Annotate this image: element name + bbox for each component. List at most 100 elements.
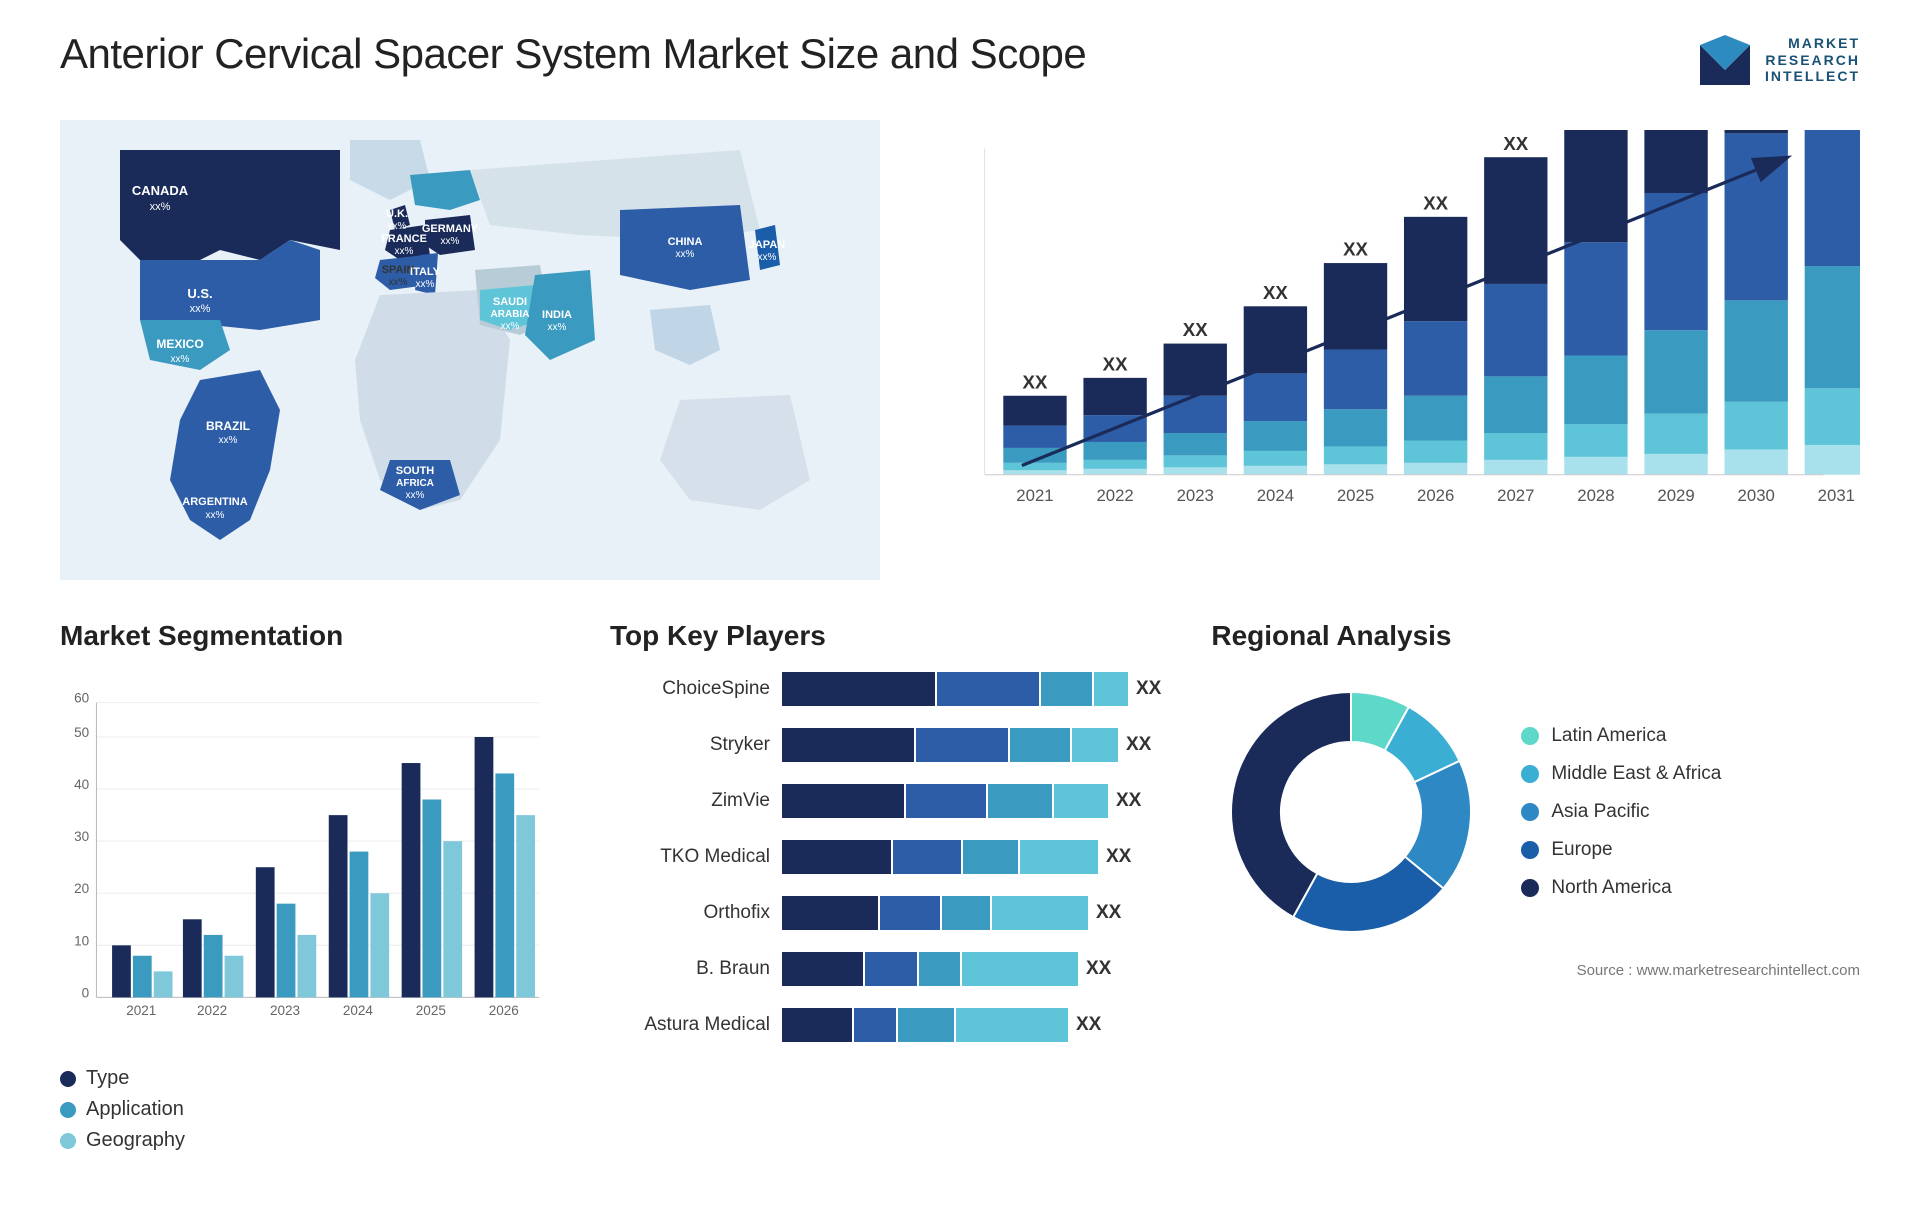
svg-text:2021: 2021 — [126, 1003, 156, 1018]
player-bar — [782, 672, 1128, 706]
player-bar-segment — [893, 840, 961, 874]
player-bar-segment — [962, 952, 1078, 986]
player-bar-wrap: XX — [782, 952, 1161, 986]
svg-text:U.K.: U.K. — [386, 208, 408, 220]
player-row: TKO MedicalXX — [610, 840, 1161, 874]
bar-chart-container: XX2021XX2022XX2023XX2024XX2025XX2026XX20… — [920, 110, 1860, 590]
player-bar — [782, 784, 1108, 818]
svg-text:MEXICO: MEXICO — [156, 337, 203, 351]
player-name: ChoiceSpine — [610, 678, 770, 700]
seg-chart-area: 0 10 20 30 40 50 60 — [60, 672, 560, 1052]
logo-line2: RESEARCH — [1765, 52, 1860, 69]
legend-latin-america: Latin America — [1521, 725, 1721, 747]
player-xx-label: XX — [1116, 790, 1141, 812]
svg-text:2022: 2022 — [197, 1003, 227, 1018]
player-bar-segment — [1094, 672, 1128, 706]
svg-text:GERMANY: GERMANY — [422, 223, 479, 235]
player-bar — [782, 1008, 1068, 1042]
logo-line1: MARKET — [1765, 35, 1860, 52]
player-bar-segment — [854, 1008, 896, 1042]
player-bar-wrap: XX — [782, 672, 1161, 706]
svg-text:xx%: xx% — [171, 354, 190, 365]
legend-item-type: Type — [60, 1067, 560, 1090]
svg-text:XX: XX — [1503, 133, 1528, 154]
label-middle-east: Middle East & Africa — [1551, 763, 1721, 785]
legend-asia-pacific: Asia Pacific — [1521, 801, 1721, 823]
label-asia-pacific: Asia Pacific — [1551, 801, 1649, 823]
player-bar-segment — [906, 784, 986, 818]
svg-text:XX: XX — [1423, 192, 1448, 213]
player-bar-segment — [782, 784, 904, 818]
legend-label-geography: Geography — [86, 1129, 185, 1152]
legend-item-geography: Geography — [60, 1129, 560, 1152]
svg-text:50: 50 — [74, 725, 89, 740]
logo-icon — [1695, 30, 1755, 90]
svg-text:XX: XX — [1103, 353, 1128, 374]
player-name: B. Braun — [610, 958, 770, 980]
segmentation-panel: Market Segmentation 0 10 20 30 40 50 60 — [60, 620, 580, 1180]
legend-middle-east: Middle East & Africa — [1521, 763, 1721, 785]
player-row: B. Braun XX — [610, 952, 1161, 986]
player-xx-label: XX — [1086, 958, 1111, 980]
player-bar-wrap: XX — [782, 840, 1161, 874]
svg-text:INDIA: INDIA — [542, 309, 572, 321]
legend-item-application: Application — [60, 1098, 560, 1121]
svg-text:2024: 2024 — [1257, 486, 1294, 505]
player-name: Stryker — [610, 734, 770, 756]
player-bar-wrap: XX — [782, 1008, 1161, 1042]
player-xx-label: XX — [1096, 902, 1121, 924]
svg-text:xx%: xx% — [406, 490, 425, 501]
players-panel: Top Key Players ChoiceSpineXXStrykerXXZi… — [580, 620, 1191, 1180]
donut-chart — [1211, 672, 1491, 952]
player-bar-segment — [782, 952, 863, 986]
source-text: Source : www.marketresearchintellect.com — [1211, 962, 1860, 979]
player-bar-segment — [963, 840, 1019, 874]
svg-text:xx%: xx% — [150, 201, 171, 213]
seg-legend: Type Application Geography — [60, 1067, 560, 1152]
legend-north-america: North America — [1521, 877, 1721, 899]
svg-text:2027: 2027 — [1497, 486, 1534, 505]
legend-europe: Europe — [1521, 839, 1721, 861]
player-bar-segment — [782, 672, 935, 706]
legend-label-type: Type — [86, 1067, 129, 1090]
svg-text:xx%: xx% — [676, 249, 695, 260]
dot-middle-east — [1521, 765, 1539, 783]
legend-dot-type — [60, 1071, 76, 1087]
player-name: Astura Medical — [610, 1014, 770, 1036]
player-bar-segment — [956, 1008, 1068, 1042]
top-section: CANADA xx% U.S. xx% MEXICO xx% BRAZIL xx… — [60, 110, 1860, 590]
svg-text:0: 0 — [82, 985, 90, 1000]
player-bar-segment — [1010, 728, 1069, 762]
svg-text:2023: 2023 — [1177, 486, 1214, 505]
player-bar — [782, 728, 1118, 762]
player-bar-segment — [782, 896, 878, 930]
svg-text:10: 10 — [74, 933, 89, 948]
players-list: ChoiceSpineXXStrykerXXZimVieXXTKO Medica… — [610, 672, 1161, 1042]
svg-text:xx%: xx% — [548, 322, 567, 333]
player-bar-segment — [782, 1008, 852, 1042]
svg-text:2025: 2025 — [416, 1003, 446, 1018]
svg-text:2029: 2029 — [1657, 486, 1694, 505]
donut-svg-wrap — [1211, 672, 1491, 952]
svg-text:2030: 2030 — [1738, 486, 1775, 505]
legend-dot-application — [60, 1102, 76, 1118]
regional-panel: Regional Analysis Latin America Middle E… — [1191, 620, 1860, 1180]
seg-chart-svg: 0 10 20 30 40 50 60 — [60, 672, 560, 1052]
svg-text:ITALY: ITALY — [410, 266, 441, 278]
dot-asia-pacific — [1521, 803, 1539, 821]
player-bar-segment — [937, 672, 1039, 706]
player-bar-segment — [992, 896, 1088, 930]
player-row: OrthofixXX — [610, 896, 1161, 930]
svg-text:2024: 2024 — [343, 1003, 374, 1018]
legend-label-application: Application — [86, 1098, 184, 1121]
svg-text:XX: XX — [1183, 319, 1208, 340]
player-xx-label: XX — [1126, 734, 1151, 756]
logo-area: MARKET RESEARCH INTELLECT — [1695, 30, 1860, 90]
svg-text:SOUTH: SOUTH — [396, 465, 435, 477]
svg-text:xx%: xx% — [389, 277, 408, 288]
svg-text:XX: XX — [1023, 371, 1048, 392]
svg-text:CHINA: CHINA — [668, 236, 703, 248]
svg-text:XX: XX — [1343, 239, 1368, 260]
svg-text:xx%: xx% — [416, 279, 435, 290]
segmentation-title: Market Segmentation — [60, 620, 560, 652]
